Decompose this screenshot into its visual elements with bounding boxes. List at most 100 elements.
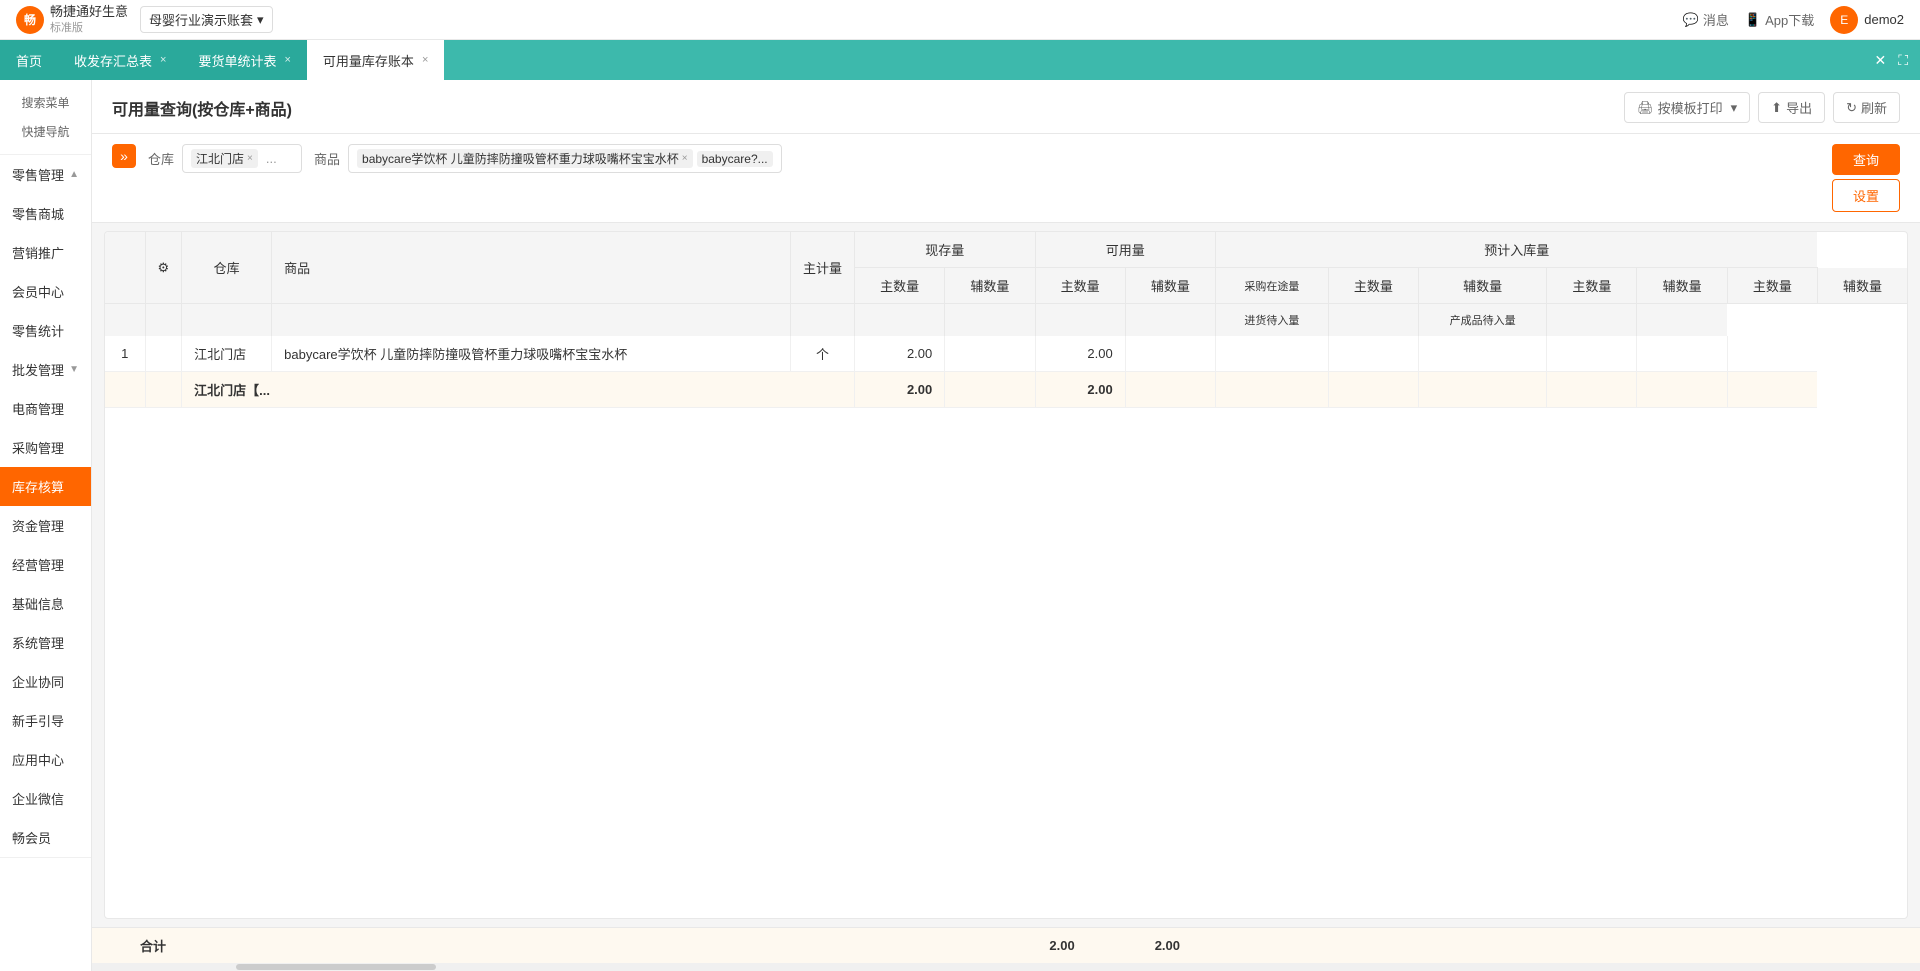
th-empty-11 (1547, 304, 1637, 337)
row-pt-aux (1328, 336, 1418, 372)
sidebar-enterprise-label: 企业协同 (12, 672, 64, 691)
sidebar-item-basic-info[interactable]: 基础信息 (0, 584, 91, 623)
product-tag-name2: babycare?... (702, 152, 768, 166)
table-row: 1 江北门店 babycare学饮杯 儿童防摔防撞吸管杯重力球吸嘴杯宝宝水杯 个… (105, 336, 1907, 372)
app-download-label: App下载 (1765, 10, 1814, 29)
scroll-thumb[interactable] (236, 964, 436, 970)
sidebar-item-retail-stats[interactable]: 零售统计 (0, 311, 91, 350)
th-available-group: 可用量 (1035, 232, 1215, 268)
sidebar-item-batch[interactable]: 批发管理 ▼ (0, 350, 91, 389)
tab-yaohuo-close[interactable]: × (284, 54, 290, 66)
sidebar-item-search[interactable]: 搜索菜单 (0, 88, 91, 117)
sidebar-item-enterprise-wechat[interactable]: 企业微信 (0, 779, 91, 818)
nav-actions: ✕ ⛶ (1862, 48, 1920, 73)
tab-shoufa[interactable]: 收发存汇总表 × (58, 40, 182, 80)
industry-selector[interactable]: 母婴行业演示账套 ▾ (140, 6, 273, 33)
table-header-row-1: ⚙ 仓库 商品 主计量 现存量 可用量 预计入库量 (105, 232, 1907, 268)
nav-expand-icon[interactable]: ⛶ (1894, 48, 1912, 73)
th-finished-main: 主数量 (1727, 268, 1817, 304)
th-empty-7 (945, 304, 1035, 337)
product-tag-close[interactable]: × (682, 153, 688, 164)
sidebar-item-ecommerce[interactable]: 电商管理 (0, 389, 91, 428)
sidebar-app-center-label: 应用中心 (12, 750, 64, 769)
settings-button[interactable]: 设置 (1832, 179, 1900, 212)
th-purchase-pending-main: 主数量 (1547, 268, 1637, 304)
th-finished-group: 产成品待入量 (1418, 304, 1546, 337)
footer-current-main: 2.00 (1049, 938, 1074, 953)
warehouse-tag-close[interactable]: × (247, 153, 253, 164)
warehouse-filter-dots[interactable]: ... (262, 151, 281, 166)
sidebar-system-label: 系统管理 (12, 633, 64, 652)
sidebar-item-marketing[interactable]: 营销推广 (0, 233, 91, 272)
sidebar-item-finance[interactable]: 资金管理 (0, 506, 91, 545)
sidebar-item-operations[interactable]: 经营管理 (0, 545, 91, 584)
sidebar-retail-stats-label: 零售统计 (12, 321, 64, 340)
page-header: 可用量查询(按仓库+商品) 🖨 按模板打印 ▾ ⬆ 导出 ↻ 刷新 (92, 80, 1920, 134)
template-print-arrow: ▾ (1731, 100, 1738, 116)
query-button[interactable]: 查询 (1832, 144, 1900, 175)
th-index (105, 232, 145, 304)
row-current-main: 2.00 (855, 336, 945, 372)
tab-home[interactable]: 首页 (0, 40, 58, 80)
th-purchase-transit-main: 主数量 (1328, 268, 1418, 304)
avatar-initial: E (1840, 13, 1848, 27)
refresh-label: 刷新 (1861, 98, 1887, 117)
warehouse-tags-area[interactable]: 江北门店 × ... (182, 144, 302, 173)
th-avail-aux: 辅数量 (1125, 268, 1215, 304)
expand-button[interactable]: » (112, 144, 136, 168)
row-current-aux (945, 336, 1035, 372)
user-area[interactable]: E demo2 (1830, 6, 1904, 34)
tab-keyongliang[interactable]: 可用量库存账本 × (307, 40, 444, 80)
sidebar-item-new-guide[interactable]: 新手引导 (0, 701, 91, 740)
nav-close-icon[interactable]: ✕ (1870, 48, 1890, 73)
th-purchase-pending-aux: 辅数量 (1637, 268, 1727, 304)
th-purchase-transit-aux: 辅数量 (1418, 268, 1546, 304)
filter-bar: » 仓库 江北门店 × ... 商品 babycare学饮杯 儿童防摔防撞吸管杯… (92, 134, 1920, 223)
export-button[interactable]: ⬆ 导出 (1758, 92, 1825, 123)
subtotal-avail-aux (1125, 372, 1215, 408)
row-avail-aux (1125, 336, 1215, 372)
th-purchase-transit-label: 采购在途量 (1215, 268, 1328, 304)
template-print-button[interactable]: 🖨 按模板打印 ▾ (1624, 92, 1750, 123)
th-finished-aux: 辅数量 (1817, 268, 1907, 304)
sidebar-item-quicknav[interactable]: 快捷导航 (0, 117, 91, 146)
table-container: ⚙ 仓库 商品 主计量 现存量 可用量 预计入库量 主数量 辅数量 主数量 辅数… (104, 231, 1908, 919)
th-current-stock-group: 现存量 (855, 232, 1035, 268)
refresh-button[interactable]: ↻ 刷新 (1833, 92, 1900, 123)
sidebar-item-enterprise[interactable]: 企业协同 (0, 662, 91, 701)
sidebar-item-purchase[interactable]: 采购管理 (0, 428, 91, 467)
main-layout: 搜索菜单 快捷导航 零售管理 ▲ 零售商城 营销推广 会员中心 零售统计 批发管… (0, 80, 1920, 971)
tab-keyongliang-close[interactable]: × (422, 54, 428, 66)
subtotal-fp-aux (1727, 372, 1817, 408)
export-icon: ⬆ (1771, 100, 1782, 116)
tab-shoufa-close[interactable]: × (160, 54, 166, 66)
product-tags-area[interactable]: babycare学饮杯 儿童防摔防撞吸管杯重力球吸嘴杯宝宝水杯 × babyca… (348, 144, 782, 173)
sidebar-item-system[interactable]: 系统管理 (0, 623, 91, 662)
sidebar-item-zero-retail[interactable]: 零售管理 ▲ (0, 155, 91, 194)
th-empty-10 (1328, 304, 1418, 337)
product-filter: 商品 babycare学饮杯 儿童防摔防撞吸管杯重力球吸嘴杯宝宝水杯 × bab… (314, 144, 782, 173)
user-name: demo2 (1864, 12, 1904, 27)
app-download-button[interactable]: 📱 App下载 (1745, 10, 1814, 29)
sidebar-item-retail-mall[interactable]: 零售商城 (0, 194, 91, 233)
row-avail-main: 2.00 (1035, 336, 1125, 372)
horizontal-scrollbar[interactable] (92, 963, 1920, 971)
th-settings[interactable]: ⚙ (145, 232, 182, 304)
sidebar-item-app-center[interactable]: 应用中心 (0, 740, 91, 779)
sidebar-item-member2[interactable]: 畅会员 (0, 818, 91, 857)
th-purchase-pending-group: 进货待入量 (1215, 304, 1328, 337)
subtotal-pp-aux (1547, 372, 1637, 408)
row-pp-aux (1547, 336, 1637, 372)
tab-yaohuo[interactable]: 要货单统计表 × (182, 40, 306, 80)
footer-label: 合计 (140, 936, 166, 955)
nav-tabs: 首页 收发存汇总表 × 要货单统计表 × 可用量库存账本 × ✕ ⛶ (0, 40, 1920, 80)
th-current-main: 主数量 (855, 268, 945, 304)
subtotal-avail-main: 2.00 (1035, 372, 1125, 408)
message-button[interactable]: 💬 消息 (1683, 10, 1729, 29)
sidebar-item-member[interactable]: 会员中心 (0, 272, 91, 311)
sidebar-batch-arrow: ▼ (69, 364, 79, 375)
inventory-table: ⚙ 仓库 商品 主计量 现存量 可用量 预计入库量 主数量 辅数量 主数量 辅数… (105, 232, 1907, 408)
th-current-aux: 辅数量 (945, 268, 1035, 304)
sidebar-item-inventory[interactable]: 库存核算 (0, 467, 91, 506)
row-settings (145, 336, 182, 372)
